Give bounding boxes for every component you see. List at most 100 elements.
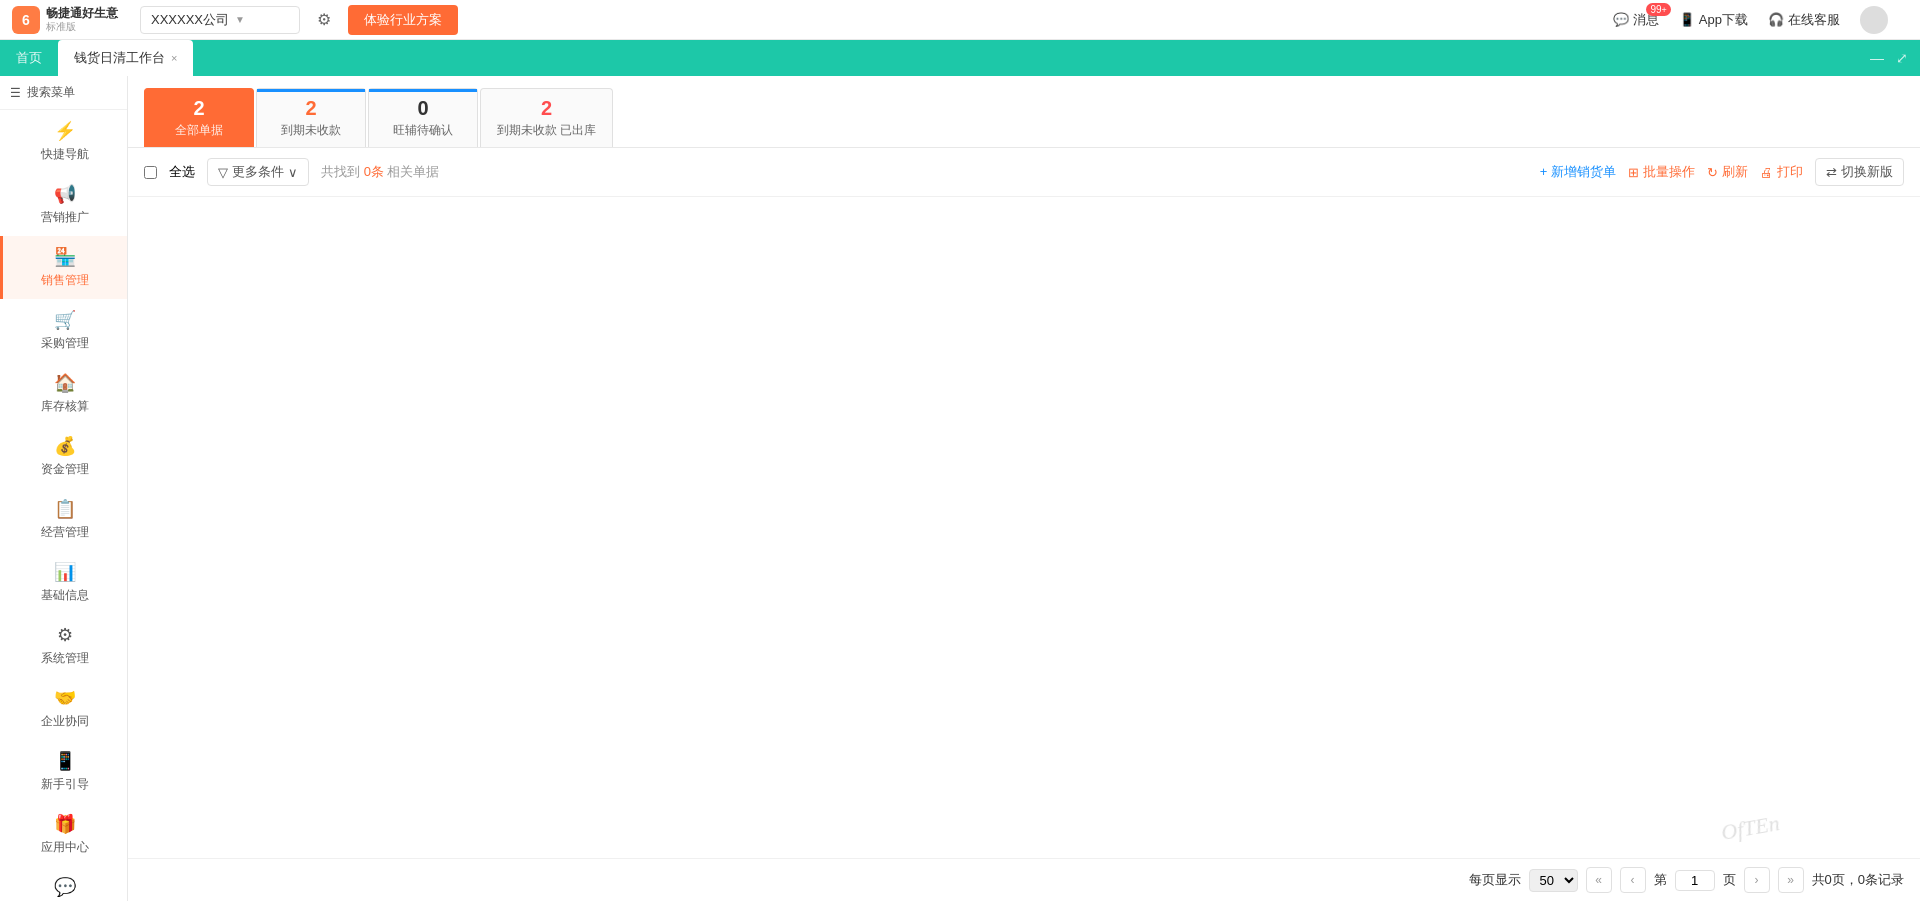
result-prefix: 共找到 <box>321 164 360 179</box>
filter-button[interactable]: ▽ 更多条件 ∨ <box>207 158 309 186</box>
page-suffix: 页 <box>1723 871 1736 889</box>
notification-badge: 99+ <box>1646 3 1670 16</box>
last-page-button[interactable]: » <box>1778 867 1804 893</box>
sidebar-item-wechat[interactable]: 💬 企业微信 <box>0 866 127 901</box>
sidebar-label-sales: 销售管理 <box>41 272 89 289</box>
result-count: 0条 <box>364 164 384 179</box>
company-selector[interactable]: XXXXXX公司 ▼ <box>140 6 300 34</box>
mobile-icon: 📱 <box>54 750 76 772</box>
tab-all-label: 全部单据 <box>175 122 223 139</box>
sidebar-label-guide: 新手引导 <box>41 776 89 793</box>
progress-bar-2 <box>369 89 477 92</box>
status-tabs: 2 全部单据 2 到期未收款 0 旺辅待确认 2 到期未收款 已出库 <box>128 76 1920 148</box>
lightning-icon: ⚡ <box>54 120 76 142</box>
logo-icon: 6 <box>12 6 40 34</box>
sidebar-item-operations[interactable]: 📋 经营管理 <box>0 488 127 551</box>
notification-button[interactable]: 💬 消息 99+ <box>1613 11 1659 29</box>
select-all-checkbox[interactable] <box>144 166 157 179</box>
nav-minimize-icon[interactable]: — <box>1870 50 1884 66</box>
search-menu-item[interactable]: ☰ 搜索菜单 <box>0 76 127 110</box>
add-order-button[interactable]: + 新增销货单 <box>1540 163 1616 181</box>
tab-close-icon[interactable]: × <box>171 52 177 64</box>
tab-overdue-count: 2 <box>305 97 316 120</box>
select-all-label: 全选 <box>169 163 195 181</box>
warehouse-icon: 🏠 <box>54 372 76 394</box>
search-menu-label: 搜索菜单 <box>27 84 75 101</box>
app-download-label: App下载 <box>1699 11 1748 29</box>
megaphone-icon: 📢 <box>54 183 76 205</box>
database-icon: 📊 <box>54 561 76 583</box>
tab-wangwang-confirm[interactable]: 0 旺辅待确认 <box>368 88 478 147</box>
sidebar-item-purchase[interactable]: 🛒 采购管理 <box>0 299 127 362</box>
app-download-icon: 📱 <box>1679 12 1695 27</box>
tab-overdue-uncollected[interactable]: 2 到期未收款 <box>256 88 366 147</box>
next-page-button[interactable]: › <box>1744 867 1770 893</box>
system-icon: ⚙ <box>57 624 73 646</box>
filter-label: 更多条件 <box>232 163 284 181</box>
message-icon: 💬 <box>1613 12 1629 27</box>
sidebar-label-enterprise: 企业协同 <box>41 713 89 730</box>
sidebar-item-app-center[interactable]: 🎁 应用中心 <box>0 803 127 866</box>
page-number-input[interactable] <box>1675 870 1715 891</box>
sidebar-label-system: 系统管理 <box>41 650 89 667</box>
table-area <box>128 197 1920 858</box>
sidebar-item-enterprise[interactable]: 🤝 企业协同 <box>0 677 127 740</box>
page-label: 第 <box>1654 871 1667 889</box>
tab-overdue-unshipped[interactable]: 2 到期未收款 已出库 <box>480 88 613 147</box>
page-size-select[interactable]: 50 <box>1529 869 1578 892</box>
refresh-icon: ↻ <box>1707 165 1718 180</box>
logo-sub: 标准版 <box>46 21 118 33</box>
result-suffix: 相关单据 <box>387 164 439 179</box>
per-page-label: 每页显示 <box>1469 871 1521 889</box>
app-download-button[interactable]: 📱 App下载 <box>1679 11 1748 29</box>
trial-button[interactable]: 体验行业方案 <box>348 5 458 35</box>
tab-unshipped-count: 2 <box>541 97 552 120</box>
sidebar-item-finance[interactable]: 💰 资金管理 <box>0 425 127 488</box>
pagination: 每页显示 50 « ‹ 第 页 › » 共0页，0条记录 <box>128 858 1920 901</box>
search-icon: ☰ <box>10 86 21 100</box>
print-button[interactable]: 🖨 打印 <box>1760 163 1803 181</box>
refresh-button[interactable]: ↻ 刷新 <box>1707 163 1748 181</box>
sidebar-item-guide[interactable]: 📱 新手引导 <box>0 740 127 803</box>
toolbar: 全选 ▽ 更多条件 ∨ 共找到 0条 相关单据 + 新增销货单 ⊞ 批量操作 <box>128 148 1920 197</box>
content-area: 2 全部单据 2 到期未收款 0 旺辅待确认 2 到期未收款 已出库 全选 <box>128 76 1920 901</box>
settings-button[interactable]: ⚙ <box>308 4 340 36</box>
online-service-button[interactable]: 🎧 在线客服 <box>1768 11 1840 29</box>
tab-all-orders[interactable]: 2 全部单据 <box>144 88 254 147</box>
avatar[interactable] <box>1860 6 1888 34</box>
tab-wangwang-count: 0 <box>417 97 428 120</box>
money-icon: 💰 <box>54 435 76 457</box>
first-page-button[interactable]: « <box>1586 867 1612 893</box>
sidebar-item-quick-nav[interactable]: ⚡ 快捷导航 <box>0 110 127 173</box>
nav-maximize-icon[interactable]: ⤢ <box>1896 50 1908 66</box>
top-right-area: 💬 消息 99+ 📱 App下载 🎧 在线客服 <box>1613 6 1908 34</box>
switch-icon: ⇄ <box>1826 165 1837 180</box>
sidebar-label-purchase: 采购管理 <box>41 335 89 352</box>
prev-page-button[interactable]: ‹ <box>1620 867 1646 893</box>
logo-area: 6 畅捷通好生意 标准版 <box>12 6 140 34</box>
sidebar-item-system[interactable]: ⚙ 系统管理 <box>0 614 127 677</box>
tab-home[interactable]: 首页 <box>0 40 58 76</box>
chevron-down-icon: ▼ <box>235 14 245 25</box>
sidebar-item-marketing[interactable]: 📢 营销推广 <box>0 173 127 236</box>
tab-unshipped-label: 到期未收款 已出库 <box>497 122 596 139</box>
store-icon: 🏪 <box>54 246 76 268</box>
tab-overdue-label: 到期未收款 <box>281 122 341 139</box>
sidebar-item-inventory[interactable]: 🏠 库存核算 <box>0 362 127 425</box>
sidebar-item-sales[interactable]: 🏪 销售管理 <box>0 236 127 299</box>
progress-bar <box>257 89 365 92</box>
main-layout: ☰ 搜索菜单 ⚡ 快捷导航 📢 营销推广 🏪 销售管理 🛒 采购管理 🏠 库存核… <box>0 76 1920 901</box>
tab-all-count: 2 <box>193 97 204 120</box>
switch-version-button[interactable]: ⇄ 切换新版 <box>1815 158 1904 186</box>
sidebar-item-basic-info[interactable]: 📊 基础信息 <box>0 551 127 614</box>
batch-operation-button[interactable]: ⊞ 批量操作 <box>1628 163 1695 181</box>
sidebar-label-marketing: 营销推广 <box>41 209 89 226</box>
tab-wangwang-label: 旺辅待确认 <box>393 122 453 139</box>
online-service-label: 在线客服 <box>1788 11 1840 29</box>
cart-icon: 🛒 <box>54 309 76 331</box>
logo-text: 畅捷通好生意 标准版 <box>46 6 118 32</box>
tab-workbench[interactable]: 钱货日清工作台 × <box>58 40 193 76</box>
handshake-icon: 🤝 <box>54 687 76 709</box>
switch-label: 切换新版 <box>1841 163 1893 181</box>
sidebar-label-finance: 资金管理 <box>41 461 89 478</box>
